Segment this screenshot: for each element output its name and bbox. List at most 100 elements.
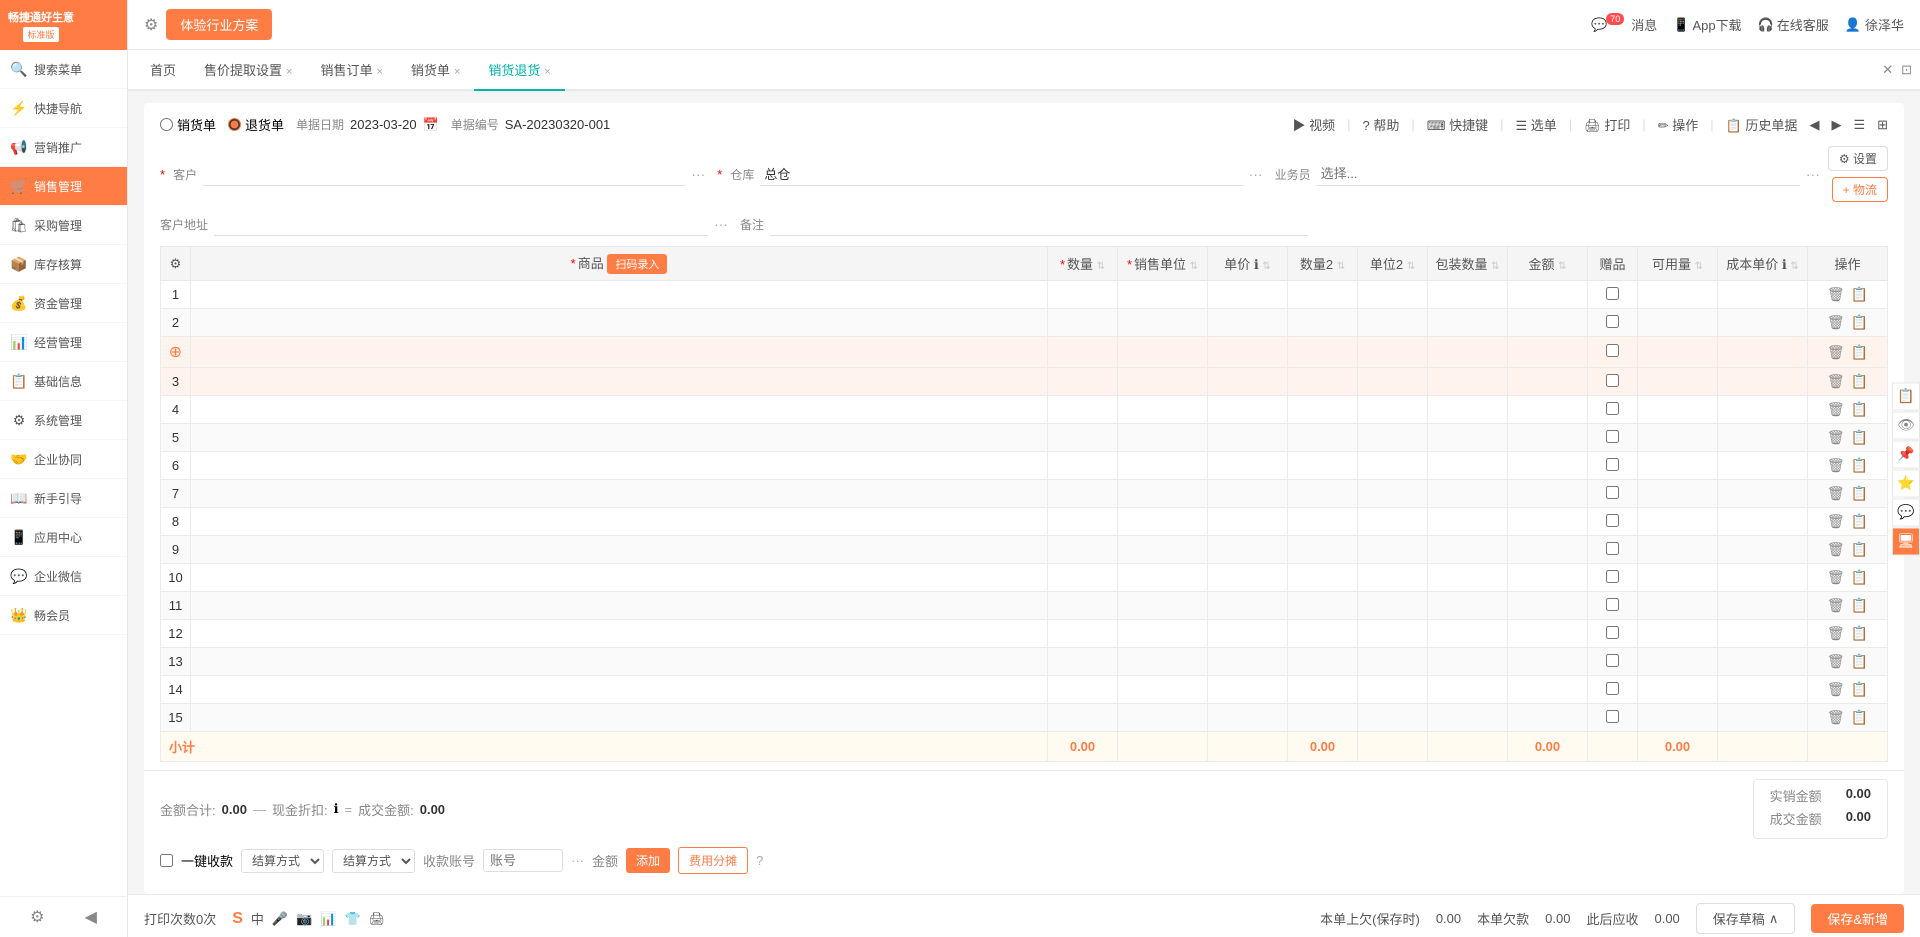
delete-icon-8[interactable]: 🗑	[1827, 513, 1845, 530]
add-unit2-cell[interactable]	[1358, 337, 1428, 368]
unit2-cell-10[interactable]	[1358, 564, 1428, 592]
qty2-cell-13[interactable]	[1288, 648, 1358, 676]
delete-icon-5[interactable]: 🗑	[1827, 429, 1845, 446]
product-cell-10[interactable]	[191, 564, 1048, 592]
qty-cell-10[interactable]	[1048, 564, 1118, 592]
available-cell-8[interactable]	[1638, 508, 1718, 536]
amount-cell-3[interactable]	[1508, 368, 1588, 396]
pack-qty-cell-10[interactable]	[1428, 564, 1508, 592]
radio-sales[interactable]: 销货单	[160, 115, 216, 134]
available-cell-9[interactable]	[1638, 536, 1718, 564]
copy-icon-14[interactable]: 📋	[1851, 681, 1868, 698]
delete-icon-15[interactable]: 🗑	[1827, 709, 1845, 726]
message-button[interactable]: 💬 70 消息	[1591, 15, 1657, 34]
tab-1[interactable]: 售价提取设置×	[190, 50, 306, 91]
qty-cell-11[interactable]	[1048, 592, 1118, 620]
unit2-cell-12[interactable]	[1358, 620, 1428, 648]
action-history[interactable]: 📋 历史单据	[1726, 115, 1798, 134]
qty-cell-7[interactable]	[1048, 480, 1118, 508]
unit-price-cell-8[interactable]	[1208, 508, 1288, 536]
amount-cell-11[interactable]	[1508, 592, 1588, 620]
pack-qty-cell-8[interactable]	[1428, 508, 1508, 536]
sales-unit-cell-4[interactable]	[1118, 396, 1208, 424]
delete-icon-6[interactable]: 🗑	[1827, 457, 1845, 474]
product-input-12[interactable]	[237, 627, 1000, 641]
pack-qty-cell-6[interactable]	[1428, 452, 1508, 480]
nav-next-icon[interactable]: ▶	[1831, 117, 1841, 133]
amount-dots[interactable]: ···	[571, 853, 584, 868]
copy-icon-11[interactable]: 📋	[1851, 597, 1868, 614]
expand-icon[interactable]: ⊡	[1901, 62, 1912, 78]
gift-checkbox-1[interactable]	[1606, 287, 1619, 300]
tool-cam-icon[interactable]: 📷	[296, 911, 312, 927]
tab-close-1[interactable]: ×	[286, 66, 292, 78]
amount-cell-1[interactable]	[1508, 281, 1588, 309]
nav-prev-icon[interactable]: ◀	[1809, 117, 1819, 133]
radio-return[interactable]: 退货单	[228, 115, 284, 134]
tool-shirt-icon[interactable]: 👕	[344, 911, 360, 927]
pack-qty-cell-13[interactable]	[1428, 648, 1508, 676]
qty-cell-8[interactable]	[1048, 508, 1118, 536]
account-input[interactable]	[483, 849, 563, 872]
unit2-cell-14[interactable]	[1358, 676, 1428, 704]
delete-icon-7[interactable]: 🗑	[1827, 485, 1845, 502]
pack-qty-cell-5[interactable]	[1428, 424, 1508, 452]
tab-3[interactable]: 销货单×	[397, 50, 474, 91]
staff-input[interactable]	[1317, 162, 1800, 186]
available-cell-12[interactable]	[1638, 620, 1718, 648]
available-cell-13[interactable]	[1638, 648, 1718, 676]
sidebar-item-0[interactable]: 🔍 搜索菜单	[0, 50, 127, 89]
action-shortcut[interactable]: ⌨ 快捷键	[1427, 115, 1488, 134]
sidebar-item-13[interactable]: 💬 企业微信	[0, 557, 127, 596]
product-cell-9[interactable]	[191, 536, 1048, 564]
date-picker-icon[interactable]: 📅	[423, 117, 439, 133]
amount-cell-2[interactable]	[1508, 309, 1588, 337]
gift-checkbox-8[interactable]	[1606, 514, 1619, 527]
pack-qty-cell-9[interactable]	[1428, 536, 1508, 564]
qty2-cell-9[interactable]	[1288, 536, 1358, 564]
cost-price-cell-12[interactable]	[1718, 620, 1808, 648]
qty2-cell-2[interactable]	[1288, 309, 1358, 337]
unit-price-cell-7[interactable]	[1208, 480, 1288, 508]
gift-checkbox-5[interactable]	[1606, 430, 1619, 443]
amount-cell-5[interactable]	[1508, 424, 1588, 452]
gift-cell-2[interactable]	[1588, 309, 1638, 337]
action-video[interactable]: ▶ 视频	[1293, 115, 1336, 134]
cost-price-cell-14[interactable]	[1718, 676, 1808, 704]
unit2-cell-7[interactable]	[1358, 480, 1428, 508]
sidebar-item-9[interactable]: ⚙ 系统管理	[0, 401, 127, 440]
product-cell-3[interactable]	[191, 368, 1048, 396]
close-window-icon[interactable]: ✕	[1882, 62, 1893, 78]
available-cell-3[interactable]	[1638, 368, 1718, 396]
tab-4[interactable]: 销货退货×	[474, 50, 564, 91]
qty-cell-14[interactable]	[1048, 676, 1118, 704]
amount-cell-12[interactable]	[1508, 620, 1588, 648]
sidebar-item-2[interactable]: 📢 营销推广	[0, 128, 127, 167]
delete-icon-4[interactable]: 🗑	[1827, 401, 1845, 418]
calc-select[interactable]: 结算方式	[332, 849, 415, 873]
sidebar-item-7[interactable]: 📊 经营管理	[0, 323, 127, 362]
add-amount-cell[interactable]	[1508, 337, 1588, 368]
delete-icon-14[interactable]: 🗑	[1827, 681, 1845, 698]
staff-picker-btn[interactable]: ···	[1806, 166, 1820, 182]
gift-checkbox-3[interactable]	[1606, 374, 1619, 387]
tab-2[interactable]: 销售订单×	[306, 50, 396, 91]
cost-price-cell-7[interactable]	[1718, 480, 1808, 508]
gift-checkbox-4[interactable]	[1606, 402, 1619, 415]
unit2-cell-5[interactable]	[1358, 424, 1428, 452]
qty2-cell-12[interactable]	[1288, 620, 1358, 648]
amount-cell-8[interactable]	[1508, 508, 1588, 536]
sales-unit-cell-9[interactable]	[1118, 536, 1208, 564]
right-panel-btn-2[interactable]: 👁	[1892, 411, 1920, 439]
sidebar-item-12[interactable]: 📱 应用中心	[0, 518, 127, 557]
qty2-cell-4[interactable]	[1288, 396, 1358, 424]
copy-icon-6[interactable]: 📋	[1851, 457, 1868, 474]
gift-checkbox-12[interactable]	[1606, 626, 1619, 639]
cost-price-cell-8[interactable]	[1718, 508, 1808, 536]
available-cell-1[interactable]	[1638, 281, 1718, 309]
expense-help-icon[interactable]: ?	[756, 853, 763, 868]
gift-cell-5[interactable]	[1588, 424, 1638, 452]
sales-unit-cell-2[interactable]	[1118, 309, 1208, 337]
add-copy-icon[interactable]: 📋	[1851, 344, 1868, 361]
gift-cell-11[interactable]	[1588, 592, 1638, 620]
